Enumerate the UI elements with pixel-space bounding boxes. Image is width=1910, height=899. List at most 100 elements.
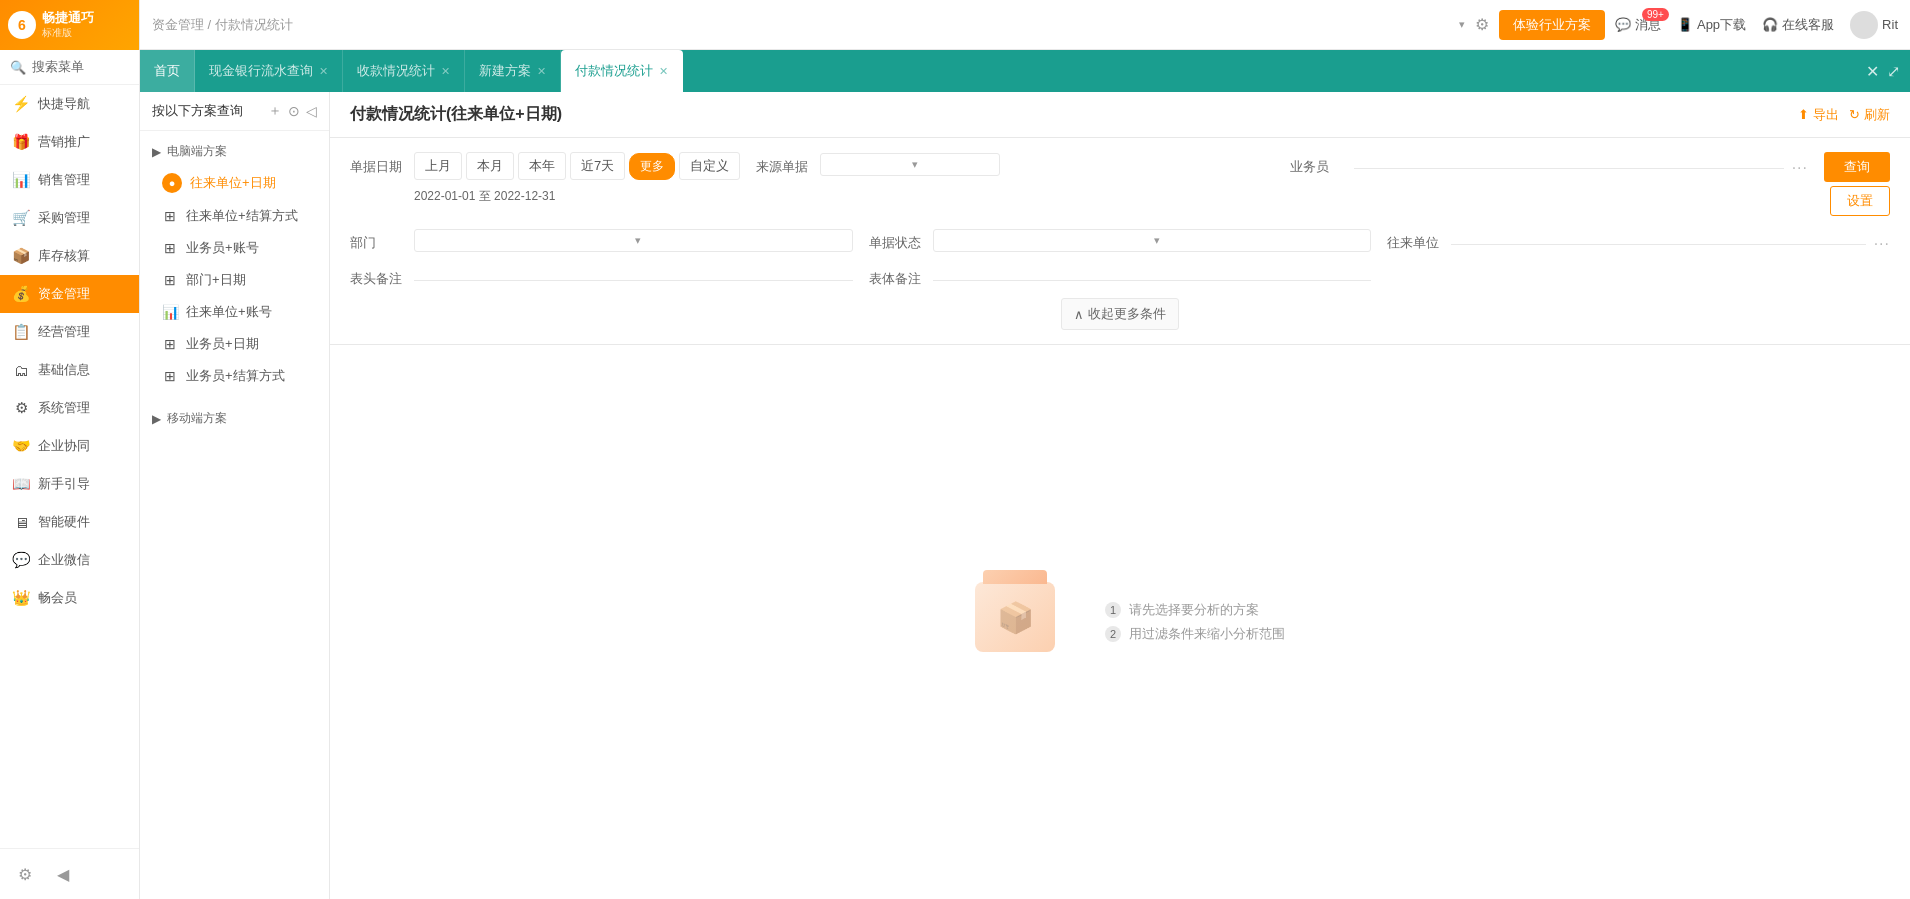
tab-close-new-plan[interactable]: ✕	[537, 65, 546, 78]
sidebar-item-operations[interactable]: 📋 经营管理	[0, 313, 139, 351]
sidebar-label-basic: 基础信息	[38, 361, 90, 379]
source-select[interactable]: ▾	[820, 153, 1000, 176]
custom-date-btn[interactable]: 自定义	[679, 152, 740, 180]
tab-income-stats[interactable]: 收款情况统计 ✕	[343, 50, 465, 92]
tab-cash-flow[interactable]: 现金银行流水查询✕	[195, 50, 343, 92]
tab-payment-stats[interactable]: 付款情况统计✕	[561, 50, 683, 92]
sidebar-item-quick-nav[interactable]: ⚡ 快捷导航	[0, 85, 139, 123]
sidebar-nav: ⚡ 快捷导航 🎁 营销推广 📊 销售管理 🛒 采购管理 📦 库存核算 💰 资金管…	[0, 85, 139, 848]
refresh-btn[interactable]: ↻ 刷新	[1849, 106, 1890, 124]
tab-close-cash-flow[interactable]: ✕	[319, 65, 328, 78]
message-btn[interactable]: 💬 消息 99+	[1615, 16, 1661, 34]
sidebar-item-basic[interactable]: 🗂 基础信息	[0, 351, 139, 389]
sidebar-label-wechat: 企业微信	[38, 551, 90, 569]
collapse-panel-icon[interactable]: ◁	[306, 103, 317, 119]
sidebar-item-member[interactable]: 👑 畅会员	[0, 579, 139, 617]
tab-home[interactable]: 首页	[140, 50, 195, 92]
tab-label-home: 首页	[154, 62, 180, 80]
tab-new-plan[interactable]: 新建方案✕	[465, 50, 561, 92]
plan-item-unit-account[interactable]: 📊 往来单位+账号	[140, 296, 329, 328]
plan-item-dept-date[interactable]: ⊞ 部门+日期	[140, 264, 329, 296]
purchase-icon: 🛒	[12, 209, 30, 227]
last-month-btn[interactable]: 上月	[414, 152, 462, 180]
sidebar-item-inventory[interactable]: 📦 库存核算	[0, 237, 139, 275]
online-service-btn[interactable]: 🎧 在线客服	[1762, 16, 1834, 34]
member-icon: 👑	[12, 589, 30, 607]
sidebar-label-sales: 销售管理	[38, 171, 90, 189]
last-7days-btn[interactable]: 近7天	[570, 152, 625, 180]
search-menu[interactable]: 🔍 搜索菜单	[0, 50, 139, 85]
this-year-btn[interactable]: 本年	[518, 152, 566, 180]
sidebar-item-marketing[interactable]: 🎁 营销推广	[0, 123, 139, 161]
trial-btn[interactable]: 体验行业方案	[1499, 10, 1605, 40]
query-btn[interactable]: 查询	[1824, 152, 1890, 182]
sidebar-item-wechat[interactable]: 💬 企业微信	[0, 541, 139, 579]
sidebar-item-system[interactable]: ⚙ 系统管理	[0, 389, 139, 427]
right-content: 付款情况统计(往来单位+日期) ⬆ 导出 ↻ 刷新 单	[330, 92, 1910, 899]
this-month-btn[interactable]: 本月	[466, 152, 514, 180]
sidebar-label-inventory: 库存核算	[38, 247, 90, 265]
main-area: 资金管理 / 付款情况统计 ▾ ⚙ 体验行业方案 💬 消息 99+ 📱 App下…	[140, 0, 1910, 899]
sidebar-item-purchase[interactable]: 🛒 采购管理	[0, 199, 139, 237]
sidebar-item-capital[interactable]: 💰 资金管理	[0, 275, 139, 313]
empty-box: 📦	[975, 582, 1055, 652]
sidebar-item-guide[interactable]: 📖 新手引导	[0, 465, 139, 503]
left-panel-header: 按以下方案查询 ＋ ⊙ ◁	[140, 92, 329, 131]
collapse-conditions-btn[interactable]: ∧ 收起更多条件	[1061, 298, 1179, 330]
note-header-input[interactable]	[414, 272, 853, 281]
gear-icon[interactable]: ⚙	[1475, 15, 1489, 34]
source-chevron-icon: ▾	[912, 158, 991, 171]
unit-dots-btn[interactable]: ...	[1874, 231, 1890, 249]
source-label: 来源单据	[756, 152, 812, 176]
collapse-sidebar-btn[interactable]: ◀	[48, 859, 78, 889]
settings-display-btn[interactable]: 设置	[1830, 186, 1890, 216]
marketing-icon: 🎁	[12, 133, 30, 151]
add-plan-icon[interactable]: ＋	[268, 102, 282, 120]
date-buttons: 上月 本月 本年 近7天 更多 自定义	[414, 152, 740, 180]
empty-text: 1 请先选择要分析的方案 2 用过滤条件来缩小分析范围	[1105, 601, 1285, 643]
quick-nav-icon: ⚡	[12, 95, 30, 113]
tabs-bar: 首页现金银行流水查询✕收款情况统计✕新建方案✕付款情况统计✕ ✕ ⤢	[140, 50, 1910, 92]
plan-item-unit-date[interactable]: ● 往来单位+日期	[140, 166, 329, 200]
plan-item-unit-settle[interactable]: ⊞ 往来单位+结算方式	[140, 200, 329, 232]
close-all-tabs-btn[interactable]: ✕	[1866, 62, 1879, 81]
avatar	[1850, 11, 1878, 39]
sidebar-item-enterprise[interactable]: 🤝 企业协同	[0, 427, 139, 465]
plan-item-staff-date[interactable]: ⊞ 业务员+日期	[140, 328, 329, 360]
staff-label: 业务员	[1290, 152, 1346, 176]
sidebar-label-enterprise: 企业协同	[38, 437, 90, 455]
empty-illustration: 📦	[955, 572, 1075, 672]
topbar: 资金管理 / 付款情况统计 ▾ ⚙ 体验行业方案 💬 消息 99+ 📱 App下…	[140, 0, 1910, 50]
collapse-icon: ∧	[1074, 307, 1084, 322]
expand-tabs-btn[interactable]: ⤢	[1887, 62, 1900, 81]
empty-state: 📦 1 请先选择要分析的方案 2 用过滤条件来缩小分析范围	[330, 345, 1910, 899]
dept-select[interactable]: ▾	[414, 229, 853, 252]
app-download-btn[interactable]: 📱 App下载	[1677, 16, 1746, 34]
hardware-icon: 🖥	[12, 513, 30, 531]
more-date-btn[interactable]: 更多	[629, 153, 675, 180]
tab-close-income-stats[interactable]: ✕	[441, 65, 450, 78]
user-avatar[interactable]: Rit	[1850, 11, 1898, 39]
settings-footer-btn[interactable]: ⚙	[10, 859, 40, 889]
staff-dots-btn[interactable]: ...	[1792, 155, 1808, 173]
plan-label-staff-account: 业务员+账号	[186, 239, 259, 257]
filter-area: 单据日期 上月 本月 本年 近7天 更多 自定义 2022-01-01 至 20…	[330, 138, 1910, 345]
section-title-电脑端方案[interactable]: ▶电脑端方案	[140, 137, 329, 166]
bill-status-select[interactable]: ▾	[933, 229, 1372, 252]
sidebar-item-sales[interactable]: 📊 销售管理	[0, 161, 139, 199]
plan-label-unit-settle: 往来单位+结算方式	[186, 207, 298, 225]
sidebar-item-hardware[interactable]: 🖥 智能硬件	[0, 503, 139, 541]
note-body-input[interactable]	[933, 272, 1372, 281]
staff-input[interactable]	[1354, 160, 1784, 169]
plan-item-staff-account[interactable]: ⊞ 业务员+账号	[140, 232, 329, 264]
dept-label: 部门	[350, 228, 406, 252]
plan-item-staff-settle[interactable]: ⊞ 业务员+结算方式	[140, 360, 329, 392]
settings-plan-icon[interactable]: ⊙	[288, 103, 300, 119]
section-title-移动端方案[interactable]: ▶移动端方案	[140, 404, 329, 433]
unit-input[interactable]	[1451, 236, 1865, 245]
export-btn[interactable]: ⬆ 导出	[1798, 106, 1839, 124]
tab-label-income-stats: 收款情况统计	[357, 62, 435, 80]
service-icon: 🎧	[1762, 17, 1778, 32]
content-area: 按以下方案查询 ＋ ⊙ ◁ ▶电脑端方案 ● 往来单位+日期 ⊞ 往来单位+结算…	[140, 92, 1910, 899]
tab-close-payment-stats[interactable]: ✕	[659, 65, 668, 78]
